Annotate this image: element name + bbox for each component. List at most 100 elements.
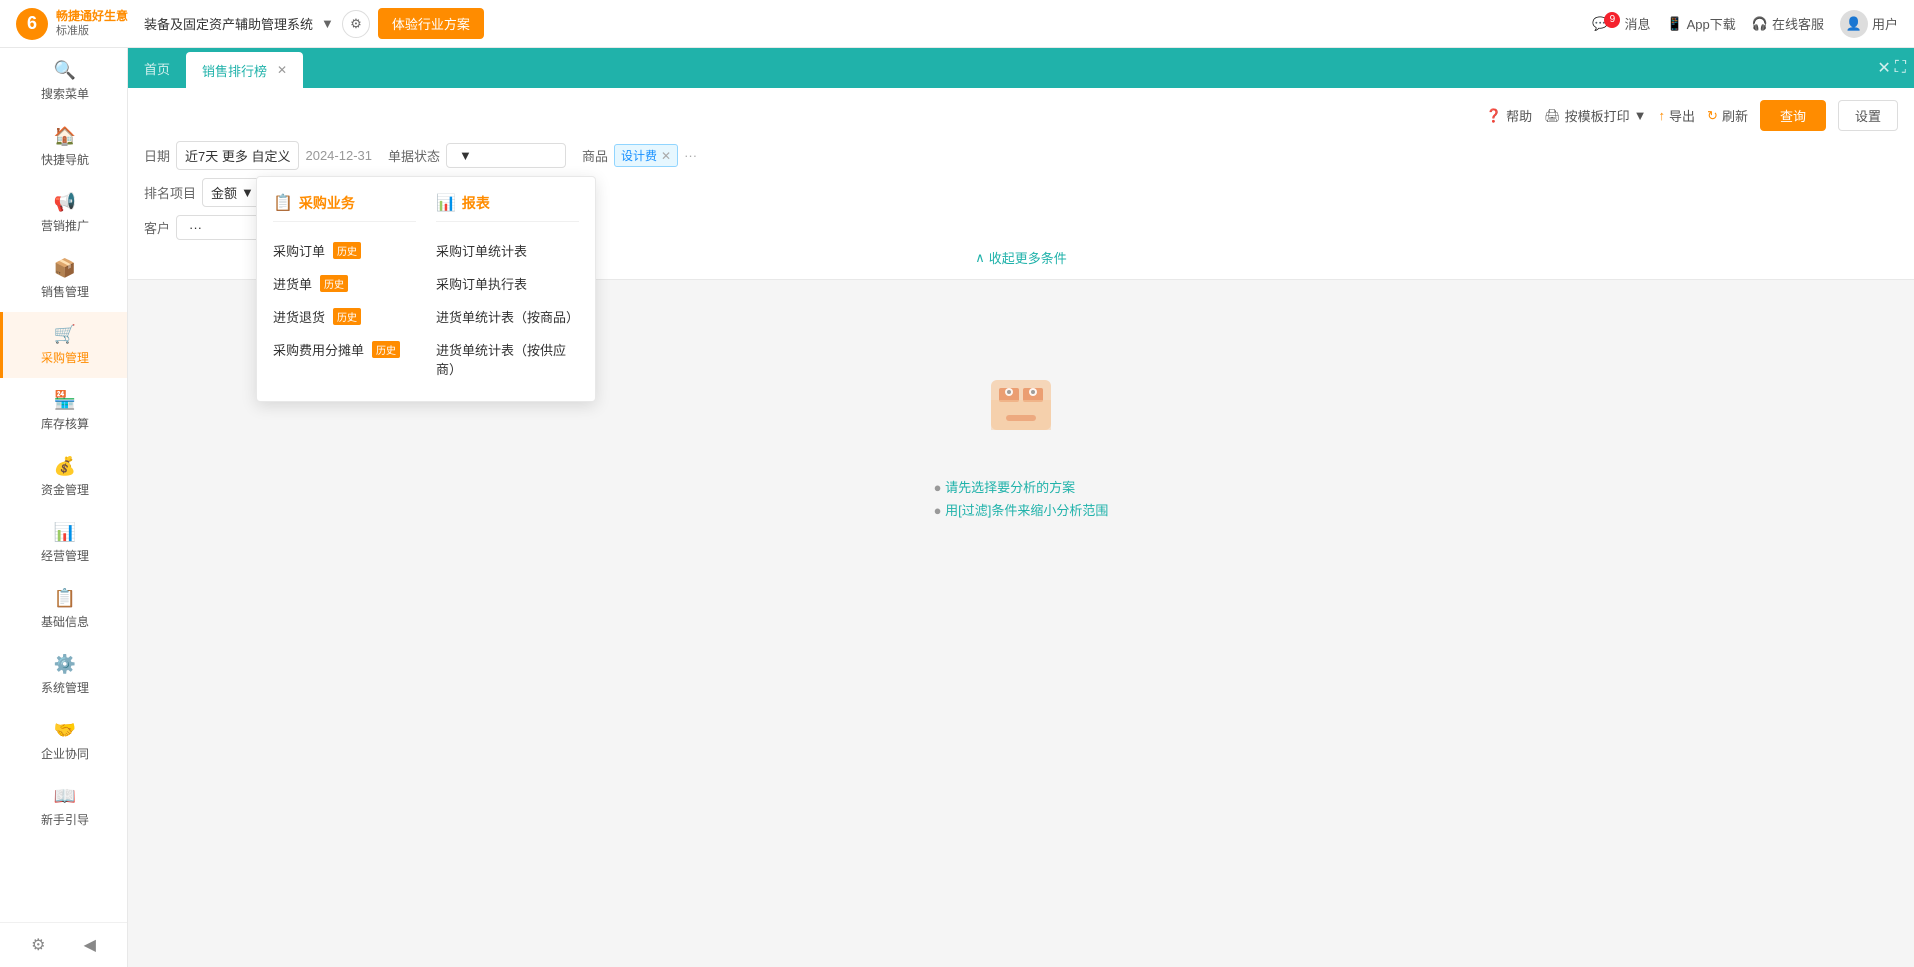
tab-home[interactable]: 首页 [128, 48, 186, 88]
purchase-goods-history: 历史 [320, 275, 348, 292]
sidebar-bottom: ⚙ ◀ [0, 922, 127, 967]
sidebar-label-basic-info: 基础信息 [41, 613, 89, 630]
purchase-return-item[interactable]: 进货退货 历史 [273, 300, 416, 333]
sidebar-label-marketing: 营销推广 [41, 217, 89, 234]
report-goods-supplier-item[interactable]: 进货单统计表（按供应商） [436, 333, 579, 385]
sales-icon: 📦 [54, 258, 76, 279]
report-col-icon: 📊 [436, 193, 456, 213]
app-download-btn[interactable]: 📱 App下载 [1666, 14, 1735, 33]
system-icon: ⚙️ [54, 654, 76, 675]
brand-name: 畅捷通好生意 [56, 9, 128, 25]
sidebar-label-guide: 新手引导 [41, 811, 89, 828]
purchase-col-title: 采购业务 [299, 193, 355, 213]
purchase-order-history: 历史 [333, 242, 361, 259]
finance-icon: 💰 [54, 456, 76, 477]
sidebar-settings-btn[interactable]: ⚙ [31, 935, 45, 955]
logo-text: 畅捷通好生意 标准版 [56, 9, 128, 39]
purchase-col-header: 📋 采购业务 [273, 193, 416, 222]
purchase-expense-item[interactable]: 采购费用分摊单 历史 [273, 333, 416, 366]
trial-button[interactable]: 体验行业方案 [378, 8, 484, 39]
user-btn[interactable]: 👤 用户 [1840, 10, 1898, 38]
tab-home-label: 首页 [144, 59, 170, 78]
report-goods-product-item[interactable]: 进货单统计表（按商品） [436, 300, 579, 333]
content-area: 首页 销售排行榜 ✕ ✕ ⛶ ❓ [128, 48, 1914, 967]
purchase-goods-label: 进货单 [273, 274, 312, 293]
user-label: 用户 [1872, 14, 1898, 33]
sidebar-item-system[interactable]: ⚙️ 系统管理 [0, 642, 127, 708]
sidebar-label-quick-nav: 快捷导航 [41, 151, 89, 168]
enterprise-icon: 🤝 [54, 720, 76, 741]
sidebar-item-quick-nav[interactable]: 🏠 快捷导航 [0, 114, 127, 180]
sidebar-item-search[interactable]: 🔍 搜索菜单 [0, 48, 127, 114]
sidebar-item-purchase[interactable]: 🛒 采购管理 [0, 312, 127, 378]
sidebar-item-marketing[interactable]: 📢 营销推广 [0, 180, 127, 246]
report-order-exec-item[interactable]: 采购订单执行表 [436, 267, 579, 300]
sidebar-item-enterprise[interactable]: 🤝 企业协同 [0, 708, 127, 774]
sidebar-label-system: 系统管理 [41, 679, 89, 696]
report-order-stat-label: 采购订单统计表 [436, 241, 527, 260]
purchase-icon: 🛒 [54, 324, 76, 345]
purchase-return-label: 进货退货 [273, 307, 325, 326]
megaphone-icon: 📢 [54, 192, 76, 213]
system-dropdown-arrow[interactable]: ▼ [321, 16, 334, 31]
report-goods-supplier-label: 进货单统计表（按供应商） [436, 340, 579, 378]
sidebar: 🔍 搜索菜单 🏠 快捷导航 📢 营销推广 📦 销售管理 🛒 采购管理 🏪 [0, 48, 128, 967]
purchase-order-label: 采购订单 [273, 241, 325, 260]
sidebar-item-operations[interactable]: 📊 经营管理 [0, 510, 127, 576]
purchase-goods-item[interactable]: 进货单 历史 [273, 267, 416, 300]
purchase-expense-label: 采购费用分摊单 [273, 340, 364, 359]
report-menu-col: 📊 报表 采购订单统计表 采购订单执行表 进货单统计表（按商品） [436, 193, 579, 385]
online-service-label: 在线客服 [1772, 14, 1824, 33]
inventory-icon: 🏪 [54, 390, 76, 411]
topbar-center: 装备及固定资产辅助管理系统 ▼ ⚙ 体验行业方案 [144, 8, 1592, 39]
edition-label: 标准版 [56, 24, 128, 38]
tab-sales-ranking[interactable]: 销售排行榜 ✕ [186, 52, 303, 88]
purchase-dropdown-menu: 📋 采购业务 采购订单 历史 进货单 历史 进货退货 [256, 176, 596, 402]
sidebar-item-guide[interactable]: 📖 新手引导 [0, 774, 127, 840]
sidebar-label-sales: 销售管理 [41, 283, 89, 300]
sidebar-item-inventory[interactable]: 🏪 库存核算 [0, 378, 127, 444]
sidebar-item-finance[interactable]: 💰 资金管理 [0, 444, 127, 510]
purchase-menu-col: 📋 采购业务 采购订单 历史 进货单 历史 进货退货 [273, 193, 416, 385]
tab-sales-ranking-close[interactable]: ✕ [277, 63, 287, 77]
guide-icon: 📖 [54, 786, 76, 807]
topbar-settings-btn[interactable]: ⚙ [342, 10, 370, 38]
sidebar-label-inventory: 库存核算 [41, 415, 89, 432]
maximize-icon[interactable]: ⛶ [1895, 59, 1906, 77]
purchase-col-icon: 📋 [273, 193, 293, 213]
sidebar-label-purchase: 采购管理 [41, 349, 89, 366]
sidebar-item-basic-info[interactable]: 📋 基础信息 [0, 576, 127, 642]
home-icon: 🏠 [54, 126, 76, 147]
close-all-icon[interactable]: ✕ [1877, 58, 1890, 78]
report-goods-product-label: 进货单统计表（按商品） [436, 307, 579, 326]
sidebar-label-enterprise: 企业协同 [41, 745, 89, 762]
report-order-stat-item[interactable]: 采购订单统计表 [436, 234, 579, 267]
tab-close-all: ✕ ⛶ [1877, 58, 1906, 78]
purchase-expense-history: 历史 [372, 341, 400, 358]
report-order-exec-label: 采购订单执行表 [436, 274, 527, 293]
notification-btn[interactable]: 💬 9 消息 [1592, 14, 1650, 33]
phone-icon: 📱 [1666, 16, 1682, 32]
operations-icon: 📊 [54, 522, 76, 543]
search-icon: 🔍 [54, 60, 76, 81]
system-name: 装备及固定资产辅助管理系统 [144, 14, 313, 33]
sidebar-item-sales[interactable]: 📦 销售管理 [0, 246, 127, 312]
report-col-header: 📊 报表 [436, 193, 579, 222]
user-avatar: 👤 [1840, 10, 1868, 38]
main-content: ❓ 帮助 🖨 按模板打印 ▼ ↑ 导出 ↻ [128, 88, 1914, 967]
tab-sales-ranking-label: 销售排行榜 [202, 61, 267, 80]
logo-icon: 6 [16, 8, 48, 40]
purchase-order-item[interactable]: 采购订单 历史 [273, 234, 416, 267]
tab-bar: 首页 销售排行榜 ✕ ✕ ⛶ [128, 48, 1914, 88]
logo-area: 6 畅捷通好生意 标准版 [16, 8, 144, 40]
purchase-return-history: 历史 [333, 308, 361, 325]
sidebar-label-finance: 资金管理 [41, 481, 89, 498]
online-service-btn[interactable]: 🎧 在线客服 [1752, 14, 1824, 33]
notification-badge: 9 [1604, 12, 1620, 28]
app-download-label: App下载 [1687, 14, 1736, 33]
sidebar-label-search: 搜索菜单 [41, 85, 89, 102]
headset-icon: 🎧 [1752, 16, 1768, 32]
topbar-right: 💬 9 消息 📱 App下载 🎧 在线客服 👤 用户 [1592, 10, 1898, 38]
message-label: 消息 [1624, 14, 1650, 33]
sidebar-collapse-btn[interactable]: ◀ [84, 935, 96, 955]
